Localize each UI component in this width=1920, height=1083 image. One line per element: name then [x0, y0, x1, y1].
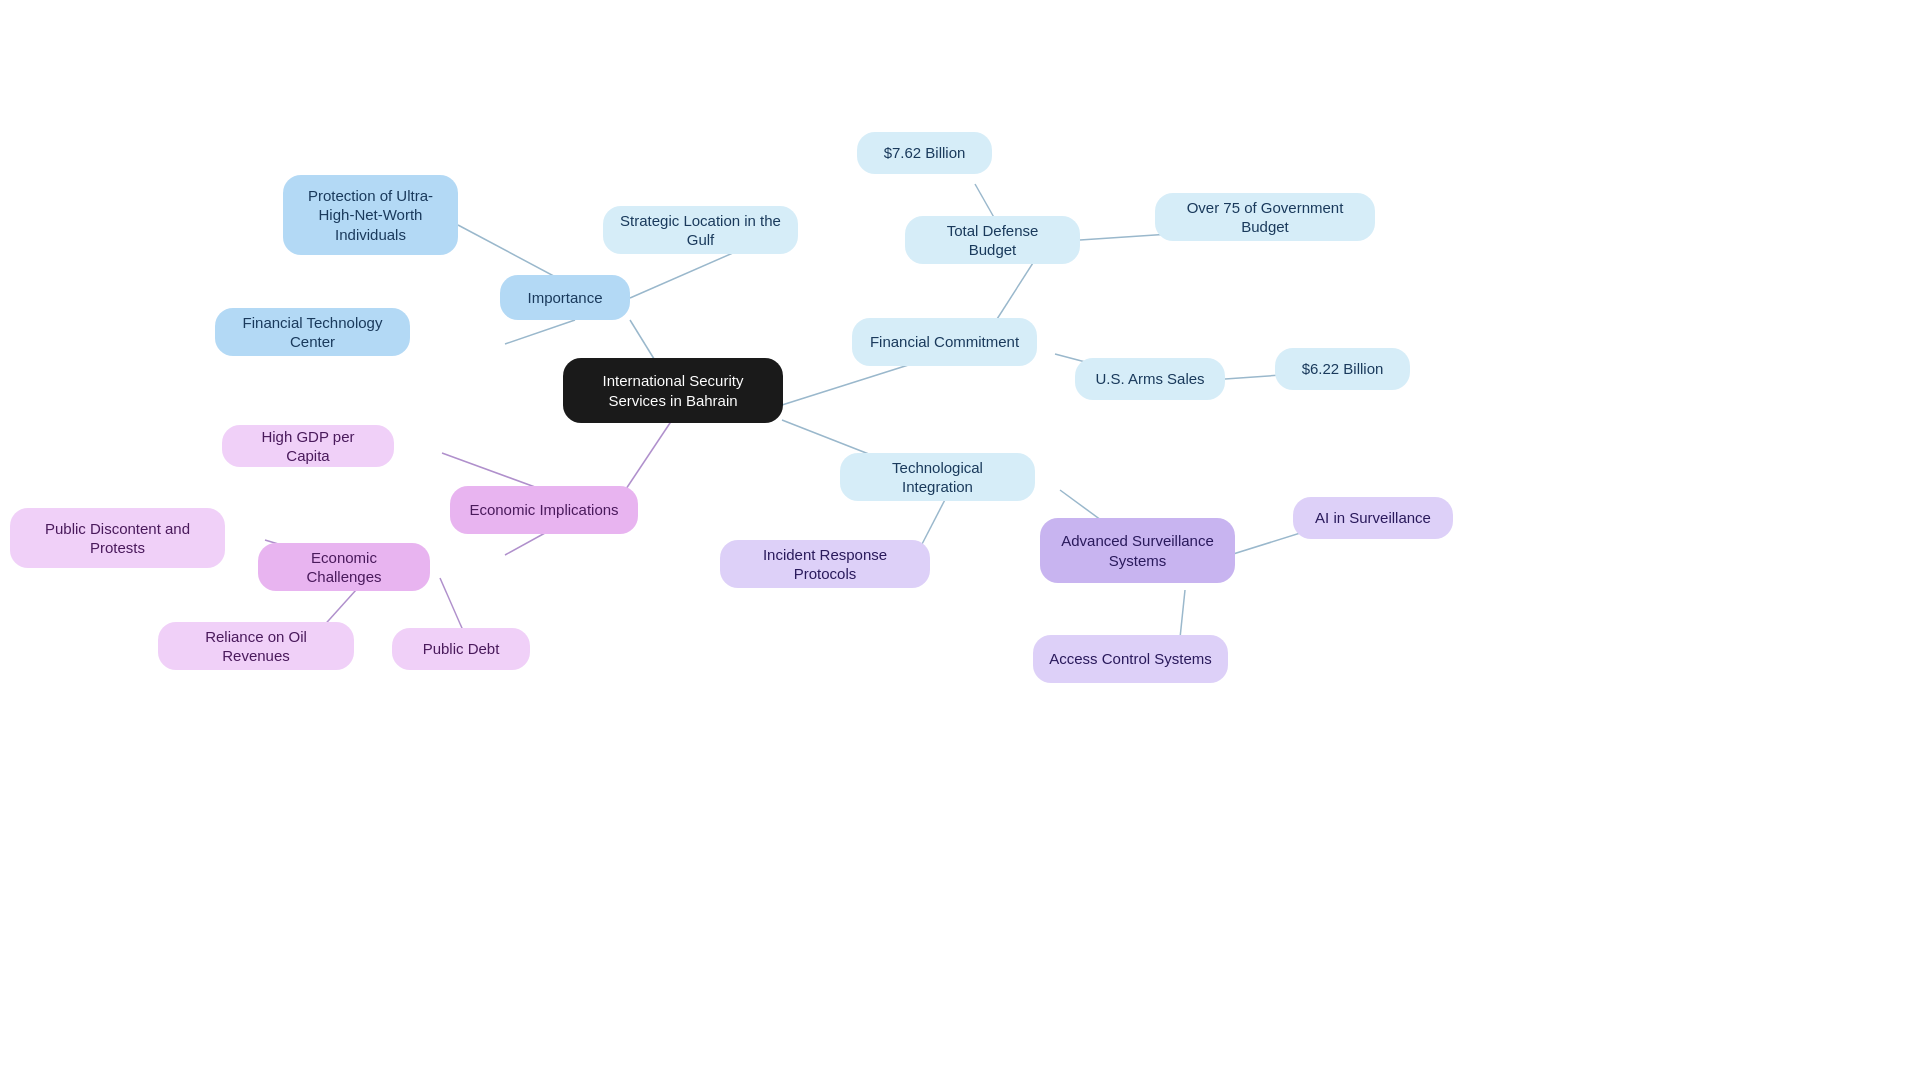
center-node: International Security Services in Bahra… [563, 358, 783, 423]
strategic-location-node: Strategic Location in the Gulf [603, 206, 798, 254]
high-gdp-node: High GDP per Capita [222, 425, 394, 467]
svg-line-20 [440, 578, 465, 635]
svg-line-14 [1180, 590, 1185, 638]
protection-node: Protection of Ultra-High-Net-Worth Indiv… [283, 175, 458, 255]
access-control-node: Access Control Systems [1033, 635, 1228, 683]
over75-node: Over 75 of Government Budget [1155, 193, 1375, 241]
six-billion-node: $6.22 Billion [1275, 348, 1410, 390]
seven-billion-node: $7.62 Billion [857, 132, 992, 174]
public-debt-node: Public Debt [392, 628, 530, 670]
svg-line-15 [620, 420, 672, 498]
economic-implications-node: Economic Implications [450, 486, 638, 534]
ai-surveillance-node: AI in Surveillance [1293, 497, 1453, 539]
advanced-surveillance-node: Advanced Surveillance Systems [1040, 518, 1235, 583]
fintech-node: Financial Technology Center [215, 308, 410, 356]
incident-node: Incident Response Protocols [720, 540, 930, 588]
reliance-oil-node: Reliance on Oil Revenues [158, 622, 354, 670]
financial-commitment-node: Financial Commitment [852, 318, 1037, 366]
economic-challenges-node: Economic Challenges [258, 543, 430, 591]
tech-integration-node: Technological Integration [840, 453, 1035, 501]
importance-node: Importance [500, 275, 630, 320]
total-defense-node: Total Defense Budget [905, 216, 1080, 264]
svg-line-3 [505, 320, 575, 344]
public-discontent-node: Public Discontent and Protests [10, 508, 225, 568]
us-arms-node: U.S. Arms Sales [1075, 358, 1225, 400]
